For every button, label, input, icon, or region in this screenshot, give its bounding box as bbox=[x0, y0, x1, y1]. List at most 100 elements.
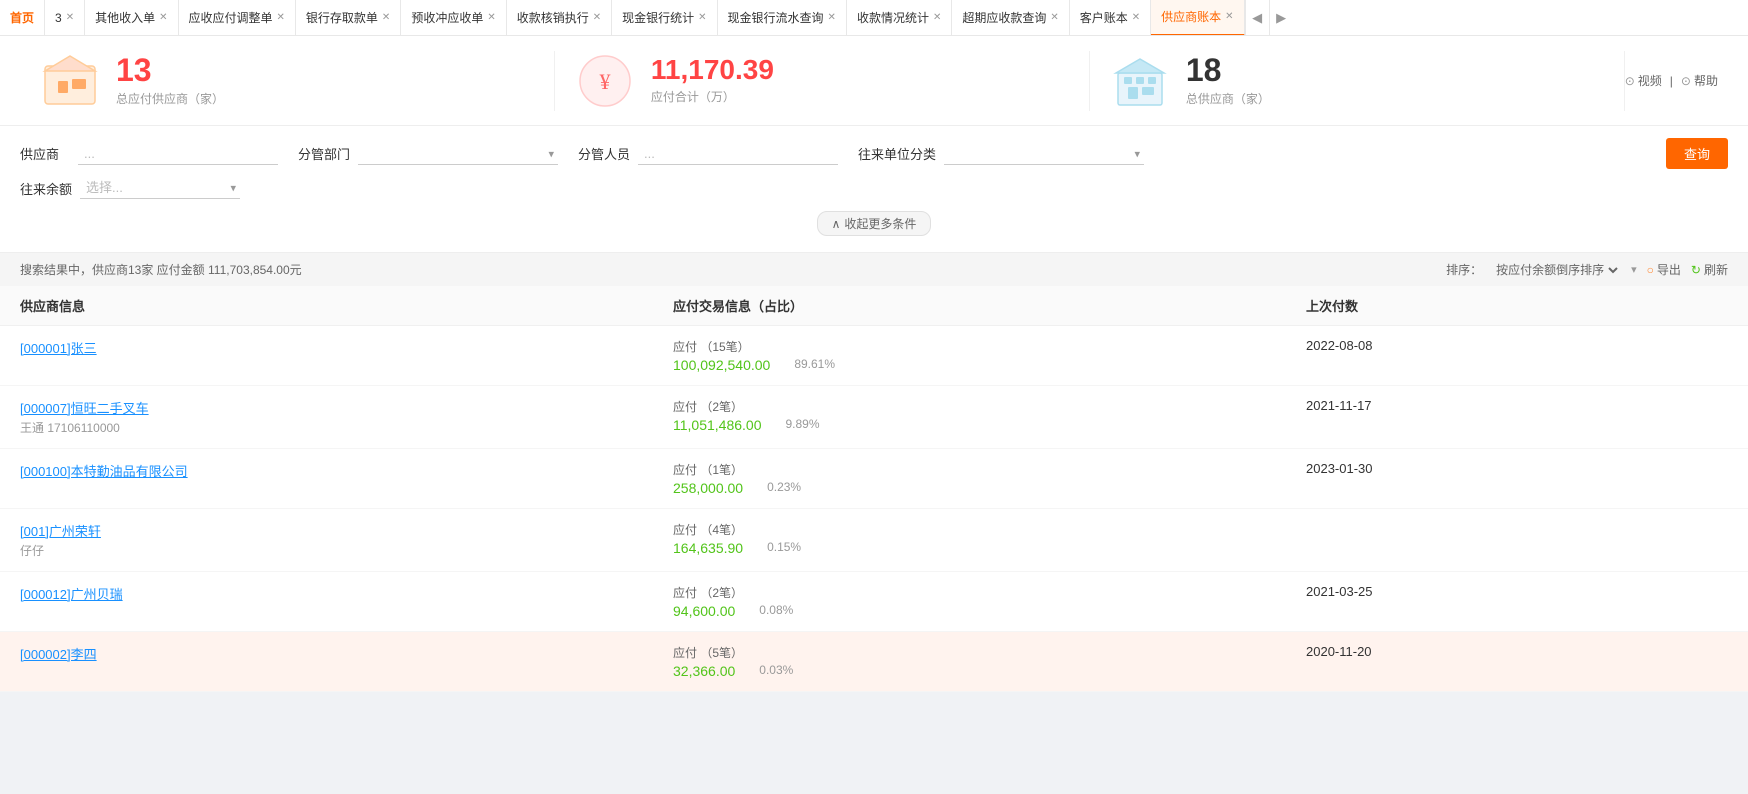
nav-tab-receipt-stat[interactable]: 收款情况统计 ✕ bbox=[847, 0, 952, 36]
trans-amount[interactable]: 258,000.00 bbox=[673, 480, 743, 496]
supplier-link[interactable]: [000002]李四 bbox=[20, 647, 97, 662]
nav-tab-overdue-ar[interactable]: 超期应收款查询 ✕ bbox=[952, 0, 1069, 36]
nav-tab-receipt-exec[interactable]: 收款核销执行 ✕ bbox=[507, 0, 612, 36]
trans-type: 应付 （2笔） bbox=[673, 398, 1306, 415]
close-icon[interactable]: ✕ bbox=[1050, 12, 1058, 23]
supplier-sub: 仔仔 bbox=[20, 542, 653, 559]
trans-percent: 9.89% bbox=[786, 417, 820, 431]
nav-tab-supplier-book[interactable]: 供应商账本 ✕ bbox=[1151, 0, 1244, 36]
filter-item-dept: 分管部门 ▾ bbox=[298, 143, 558, 165]
supplier-link[interactable]: [000001]张三 bbox=[20, 341, 97, 356]
sort-select[interactable]: 按应付余额倒序排序 bbox=[1492, 262, 1621, 278]
lastpay-cell: 2021-11-17 bbox=[1306, 398, 1728, 413]
result-info: 搜索结果中，供应商13家 应付金额 111,703,854.00元 bbox=[20, 261, 1446, 278]
sort-label: 排序： bbox=[1446, 261, 1482, 278]
trans-type: 应付 （1笔） bbox=[673, 461, 1306, 478]
trans-amount[interactable]: 164,635.90 bbox=[673, 540, 743, 556]
tab-label: 预收冲应收单 bbox=[411, 9, 483, 26]
trans-amount[interactable]: 32,366.00 bbox=[673, 663, 735, 679]
tab-label: 客户账本 bbox=[1080, 9, 1128, 26]
dept-select[interactable] bbox=[358, 143, 558, 165]
chevron-down-icon: ▾ bbox=[1631, 263, 1637, 276]
close-icon[interactable]: ✕ bbox=[277, 12, 285, 23]
last-pay-date: 2022-08-08 bbox=[1306, 338, 1373, 353]
supplier-link[interactable]: [000012]广州贝瑞 bbox=[20, 587, 123, 602]
supplier-filter-label: 供应商 bbox=[20, 144, 70, 163]
transaction-cell: 应付 （1笔） 258,000.00 0.23% bbox=[653, 461, 1306, 496]
home-icon: 首页 bbox=[10, 9, 34, 26]
tab-label: 其他收入单 bbox=[95, 9, 155, 26]
table-header: 供应商信息 应付交易信息（占比） 上次付数 bbox=[0, 286, 1748, 326]
dept-filter-label: 分管部门 bbox=[298, 144, 350, 163]
supplier-link[interactable]: [001]广州荣轩 bbox=[20, 524, 101, 539]
close-icon[interactable]: ✕ bbox=[1132, 12, 1140, 23]
close-icon[interactable]: ✕ bbox=[933, 12, 941, 23]
close-icon[interactable]: ✕ bbox=[487, 12, 495, 23]
stat-info-ap-amount: 11,170.39 应付合计（万） bbox=[651, 56, 774, 105]
nav-prev-arrow[interactable]: ◀ bbox=[1245, 0, 1269, 36]
supplier-cell: [000001]张三 bbox=[20, 338, 653, 357]
ap-suppliers-value: 13 bbox=[116, 54, 224, 86]
col-header-supplier: 供应商信息 bbox=[20, 296, 653, 315]
person-input[interactable] bbox=[638, 143, 838, 165]
supplier-link[interactable]: [000100]本特勤油品有限公司 bbox=[20, 464, 188, 479]
nav-tab-cash-bank-stat[interactable]: 现金银行统计 ✕ bbox=[612, 0, 717, 36]
trans-row: 11,051,486.00 9.89% bbox=[673, 415, 1306, 433]
filter-row-2: 往来余额 选择... ▾ bbox=[20, 177, 1728, 199]
tab-label: 收款情况统计 bbox=[857, 9, 929, 26]
table-row: [000012]广州贝瑞 应付 （2笔） 94,600.00 0.08% 202… bbox=[0, 572, 1748, 632]
nav-next-arrow[interactable]: ▶ bbox=[1269, 0, 1293, 36]
trans-amount[interactable]: 94,600.00 bbox=[673, 603, 735, 619]
table-row: [000100]本特勤油品有限公司 应付 （1笔） 258,000.00 0.2… bbox=[0, 449, 1748, 509]
header-stats: 13 总应付供应商（家） ¥ 11,170.39 应付合计（万） bbox=[0, 36, 1748, 126]
top-navigation: 首页 3 ✕ 其他收入单 ✕ 应收应付调整单 ✕ 银行存取款单 ✕ 预收冲应收单… bbox=[0, 0, 1748, 36]
supplier-icon bbox=[40, 51, 100, 111]
close-icon[interactable]: ✕ bbox=[593, 12, 601, 23]
balance-select-wrapper: 选择... ▾ bbox=[80, 177, 240, 199]
col-header-lastpay: 上次付数 bbox=[1306, 296, 1728, 315]
nav-tab-bank-deposit[interactable]: 银行存取款单 ✕ bbox=[296, 0, 401, 36]
refresh-button[interactable]: ↻ 刷新 bbox=[1691, 261, 1728, 278]
category-select[interactable] bbox=[944, 143, 1144, 165]
collapse-bar: ∧ 收起更多条件 bbox=[20, 207, 1728, 240]
nav-tab-cash-bank-flow[interactable]: 现金银行流水查询 ✕ bbox=[718, 0, 847, 36]
balance-select[interactable]: 选择... bbox=[80, 177, 240, 199]
collapse-button[interactable]: ∧ 收起更多条件 bbox=[817, 211, 932, 236]
nav-tab-3[interactable]: 3 ✕ bbox=[45, 0, 85, 36]
supplier-cell: [000100]本特勤油品有限公司 bbox=[20, 461, 653, 480]
nav-tab-prepay-ar[interactable]: 预收冲应收单 ✕ bbox=[401, 0, 506, 36]
help-icon: ⊙ bbox=[1681, 74, 1691, 88]
trans-amount[interactable]: 100,092,540.00 bbox=[673, 357, 770, 373]
trans-amount[interactable]: 11,051,486.00 bbox=[673, 417, 762, 433]
help-link[interactable]: 帮助 bbox=[1694, 72, 1718, 89]
stat-info-ap-suppliers: 13 总应付供应商（家） bbox=[116, 54, 224, 107]
nav-tab-customer-book[interactable]: 客户账本 ✕ bbox=[1070, 0, 1151, 36]
filter-item-supplier: 供应商 bbox=[20, 143, 278, 165]
close-icon[interactable]: ✕ bbox=[1225, 11, 1233, 22]
col-header-transaction: 应付交易信息（占比） bbox=[653, 296, 1306, 315]
video-link[interactable]: 视频 bbox=[1638, 72, 1662, 89]
close-icon[interactable]: ✕ bbox=[66, 12, 74, 23]
category-filter-label: 往来单位分类 bbox=[858, 144, 936, 163]
trans-percent: 0.23% bbox=[767, 480, 801, 494]
close-icon[interactable]: ✕ bbox=[698, 12, 706, 23]
search-button[interactable]: 查询 bbox=[1666, 138, 1728, 169]
dept-select-wrapper: ▾ bbox=[358, 143, 558, 165]
supplier-input[interactable] bbox=[78, 143, 278, 165]
supplier-cell: [000012]广州贝瑞 bbox=[20, 584, 653, 603]
nav-tab-ar-ap-adjust[interactable]: 应收应付调整单 ✕ bbox=[179, 0, 296, 36]
close-icon[interactable]: ✕ bbox=[159, 12, 167, 23]
export-button[interactable]: ○ 导出 bbox=[1647, 261, 1681, 278]
close-icon[interactable]: ✕ bbox=[828, 12, 836, 23]
nav-tab-other-income[interactable]: 其他收入单 ✕ bbox=[85, 0, 178, 36]
stat-card-total-suppliers: 18 总供应商（家） bbox=[1090, 51, 1625, 111]
filter-item-balance: 往来余额 选择... ▾ bbox=[20, 177, 240, 199]
close-icon[interactable]: ✕ bbox=[382, 12, 390, 23]
filter-row-1: 供应商 分管部门 ▾ 分管人员 往来单位分类 ▾ bbox=[20, 138, 1728, 169]
lastpay-cell: 2023-01-30 bbox=[1306, 461, 1728, 476]
nav-tab-home[interactable]: 首页 bbox=[0, 0, 45, 36]
store-icon bbox=[1110, 51, 1170, 111]
export-icon: ○ bbox=[1647, 263, 1654, 277]
tab-label: 收款核销执行 bbox=[517, 9, 589, 26]
supplier-link[interactable]: [000007]恒旺二手叉车 bbox=[20, 401, 149, 416]
